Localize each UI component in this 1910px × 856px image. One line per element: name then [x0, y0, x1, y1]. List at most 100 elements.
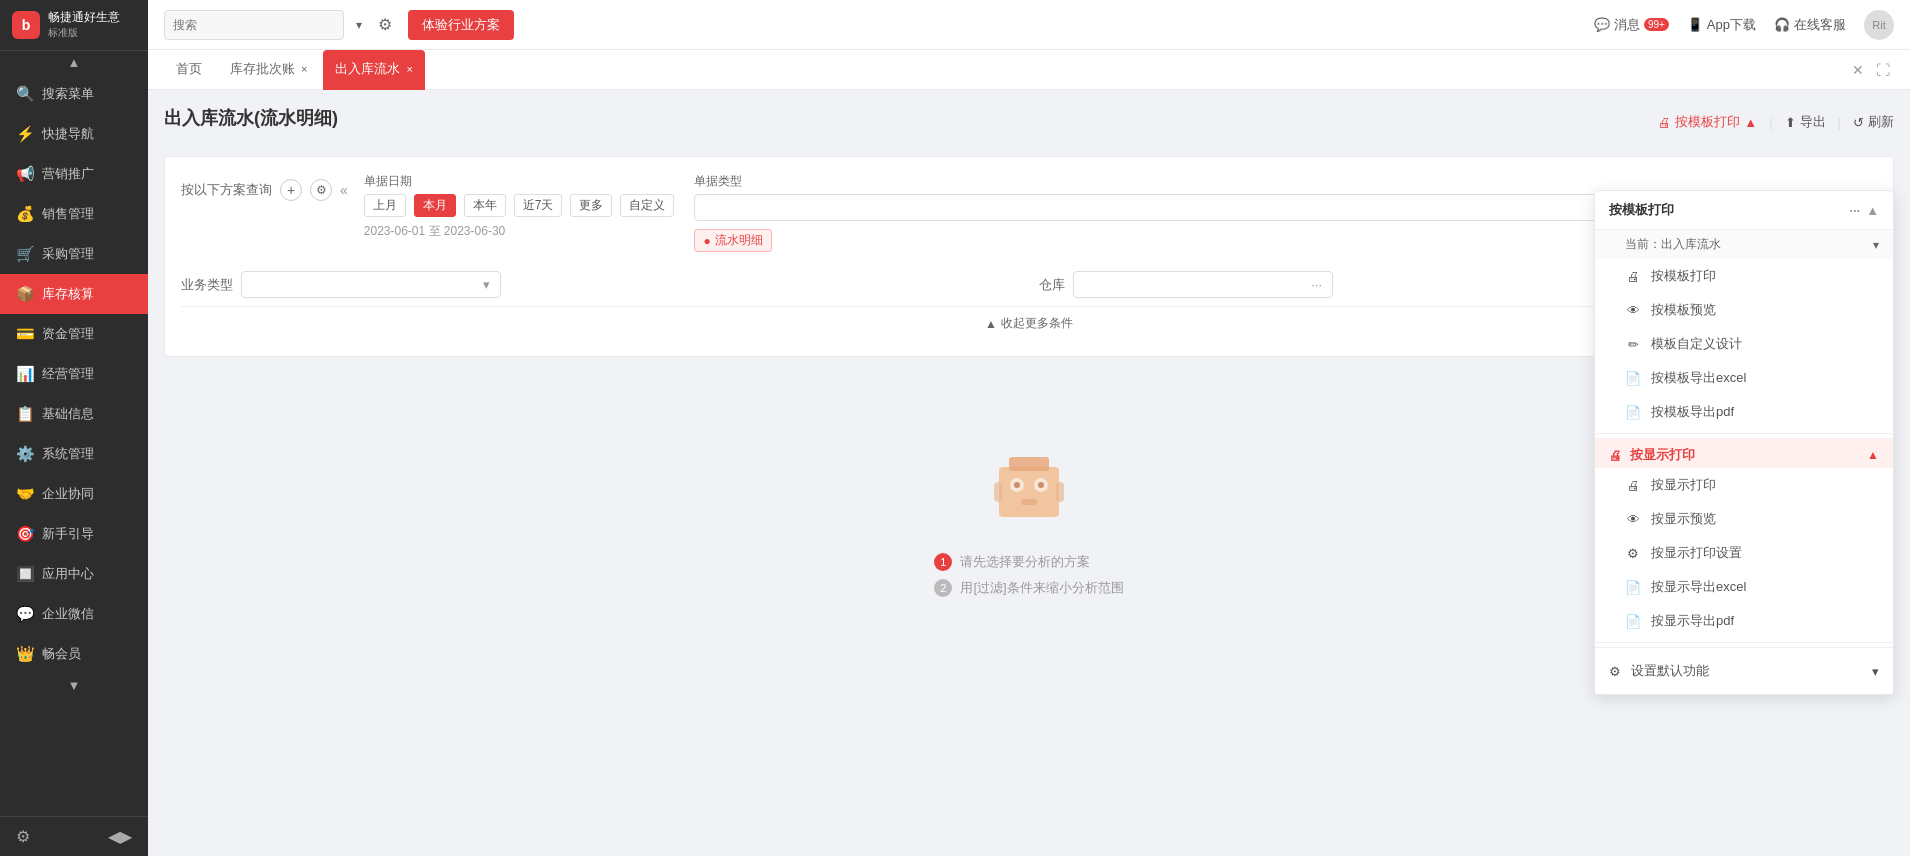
message-label: 消息 — [1614, 16, 1640, 34]
dp-item-template-print[interactable]: 🖨 按模板打印 — [1595, 259, 1893, 293]
phone-icon: 📱 — [1687, 17, 1703, 32]
sidebar-item-label: 搜索菜单 — [42, 85, 94, 103]
dropdown-current-label: 当前：出入库流水 ▾ — [1595, 230, 1893, 259]
inventory-icon: 📦 — [16, 285, 34, 303]
active-section-label: 🖨 按显示打印 — [1609, 446, 1695, 464]
topbar-dropdown[interactable]: ▾ — [356, 18, 362, 32]
dp-item-template-design[interactable]: ✏ 模板自定义设计 — [1595, 327, 1893, 361]
date-btn-last-month[interactable]: 上月 — [364, 194, 406, 217]
dropdown-divider — [1595, 433, 1893, 434]
svg-rect-8 — [1056, 482, 1064, 502]
search-icon: 🔍 — [16, 85, 34, 103]
date-btn-7days[interactable]: 近7天 — [514, 194, 563, 217]
dp-item-template-pdf[interactable]: 📄 按模板导出pdf — [1595, 395, 1893, 429]
collapse-sidebar-icon[interactable]: ◀▶ — [108, 827, 132, 846]
sidebar-item-inventory[interactable]: 📦 库存核算 — [0, 274, 148, 314]
dp-item-label: 按模板预览 — [1651, 301, 1716, 319]
add-filter-button[interactable]: + — [280, 179, 302, 201]
app-download-item[interactable]: 📱 App下载 — [1687, 16, 1756, 34]
sidebar-item-guide[interactable]: 🎯 新手引导 — [0, 514, 148, 554]
dp-item-display-preview[interactable]: 👁 按显示预览 — [1595, 502, 1893, 536]
dp-footer-set-default[interactable]: ⚙ 设置默认功能 ▾ — [1609, 656, 1879, 686]
sidebar-scroll-down[interactable]: ▼ — [0, 674, 148, 697]
collapse-left-icon[interactable]: « — [340, 182, 348, 198]
sidebar-item-enterprise[interactable]: 🤝 企业协同 — [0, 474, 148, 514]
sidebar-item-system[interactable]: ⚙️ 系统管理 — [0, 434, 148, 474]
sidebar-item-member[interactable]: 👑 畅会员 — [0, 634, 148, 674]
search-input[interactable] — [164, 10, 344, 40]
avatar-text: Rit — [1872, 19, 1885, 31]
print-template-button[interactable]: 🖨 按模板打印 ▲ — [1658, 113, 1757, 131]
sidebar-item-wechat[interactable]: 💬 企业微信 — [0, 594, 148, 634]
sidebar-item-search[interactable]: 🔍 搜索菜单 — [0, 74, 148, 114]
close-window-icon[interactable]: ✕ — [1848, 60, 1868, 80]
tab-close-icon[interactable]: × — [406, 63, 412, 75]
online-service-item[interactable]: 🎧 在线客服 — [1774, 16, 1846, 34]
refresh-label: 刷新 — [1868, 113, 1894, 131]
design-icon: ✏ — [1625, 336, 1641, 352]
sidebar-item-operation[interactable]: 📊 经营管理 — [0, 354, 148, 394]
current-label-arrow: ▾ — [1873, 238, 1879, 252]
biz-type-select[interactable]: ▾ — [241, 271, 501, 298]
excel-icon-2: 📄 — [1625, 579, 1641, 595]
refresh-button[interactable]: ↺ 刷新 — [1853, 113, 1894, 131]
sidebar-item-label: 经营管理 — [42, 365, 94, 383]
sidebar-item-app[interactable]: 🔲 应用中心 — [0, 554, 148, 594]
sidebar-item-label: 采购管理 — [42, 245, 94, 263]
dp-item-template-preview[interactable]: 👁 按模板预览 — [1595, 293, 1893, 327]
tab-stock-flow[interactable]: 出入库流水 × — [323, 50, 424, 90]
print-template-label: 按模板打印 — [1675, 113, 1740, 131]
export-button[interactable]: ⬆ 导出 — [1785, 113, 1826, 131]
filter-settings-button[interactable]: ⚙ — [310, 179, 332, 201]
sidebar-item-label: 畅会员 — [42, 645, 81, 663]
date-btn-custom[interactable]: 自定义 — [620, 194, 674, 217]
dp-item-template-excel[interactable]: 📄 按模板导出excel — [1595, 361, 1893, 395]
message-item[interactable]: 💬 消息 99+ — [1594, 16, 1669, 34]
purchase-icon: 🛒 — [16, 245, 34, 263]
print-icon: 🖨 — [1658, 115, 1671, 130]
biz-select-arrow-icon: ▾ — [483, 277, 490, 292]
tab-batch-account[interactable]: 库存批次账 × — [218, 50, 319, 90]
export-label: 导出 — [1800, 113, 1826, 131]
date-btn-this-month[interactable]: 本月 — [414, 194, 456, 217]
dp-item-label: 按显示打印 — [1651, 476, 1716, 494]
sidebar-item-label: 企业微信 — [42, 605, 94, 623]
pdf-icon: 📄 — [1625, 404, 1641, 420]
dropdown-active-section-header[interactable]: 🖨 按显示打印 ▲ — [1595, 438, 1893, 468]
dp-item-label: 按显示打印设置 — [1651, 544, 1742, 562]
step-num-1: 1 — [934, 553, 952, 571]
dropdown-header-right[interactable]: ··· ▲ — [1849, 203, 1879, 218]
settings-icon[interactable]: ⚙ — [16, 827, 30, 846]
collapse-more-label: 收起更多条件 — [1001, 315, 1073, 332]
expand-window-icon[interactable]: ⛶ — [1872, 60, 1894, 80]
gear-icon-footer: ⚙ — [1609, 664, 1621, 679]
dp-item-display-excel[interactable]: 📄 按显示导出excel — [1595, 570, 1893, 604]
tab-home[interactable]: 首页 — [164, 50, 214, 90]
date-btn-this-year[interactable]: 本年 — [464, 194, 506, 217]
app-download-label: App下载 — [1707, 16, 1756, 34]
sidebar-item-finance[interactable]: 💳 资金管理 — [0, 314, 148, 354]
sidebar-item-sales[interactable]: 💰 销售管理 — [0, 194, 148, 234]
biz-type-field: 业务类型 ▾ — [181, 271, 1019, 298]
svg-rect-1 — [1009, 457, 1049, 471]
tab-close-icon[interactable]: × — [301, 63, 307, 75]
warehouse-select[interactable]: ··· — [1073, 271, 1333, 298]
dp-item-display-setting[interactable]: ⚙ 按显示打印设置 — [1595, 536, 1893, 570]
date-btn-more[interactable]: 更多 — [570, 194, 612, 217]
dp-item-label: 按模板导出pdf — [1651, 403, 1734, 421]
user-avatar[interactable]: Rit — [1864, 10, 1894, 40]
sidebar-item-marketing[interactable]: 📢 营销推广 — [0, 154, 148, 194]
topbar-gear-icon[interactable]: ⚙ — [378, 15, 392, 34]
enterprise-icon: 🤝 — [16, 485, 34, 503]
tab-label: 首页 — [176, 60, 202, 78]
dp-item-display-print[interactable]: 🖨 按显示打印 — [1595, 468, 1893, 502]
sidebar-scroll-up[interactable]: ▲ — [0, 51, 148, 74]
filter-tag: ● 流水明细 — [694, 229, 771, 252]
sidebar-item-basic[interactable]: 📋 基础信息 — [0, 394, 148, 434]
sidebar-item-shortcut[interactable]: ⚡ 快捷导航 — [0, 114, 148, 154]
dp-item-display-pdf[interactable]: 📄 按显示导出pdf — [1595, 604, 1893, 638]
industry-solution-button[interactable]: 体验行业方案 — [408, 10, 514, 40]
page-title: 出入库流水(流水明细) — [164, 106, 338, 130]
search-field-group: 单据日期 上月 本月 本年 近7天 更多 自定义 2023-06-01 至 20… — [364, 173, 1799, 252]
sidebar-item-purchase[interactable]: 🛒 采购管理 — [0, 234, 148, 274]
